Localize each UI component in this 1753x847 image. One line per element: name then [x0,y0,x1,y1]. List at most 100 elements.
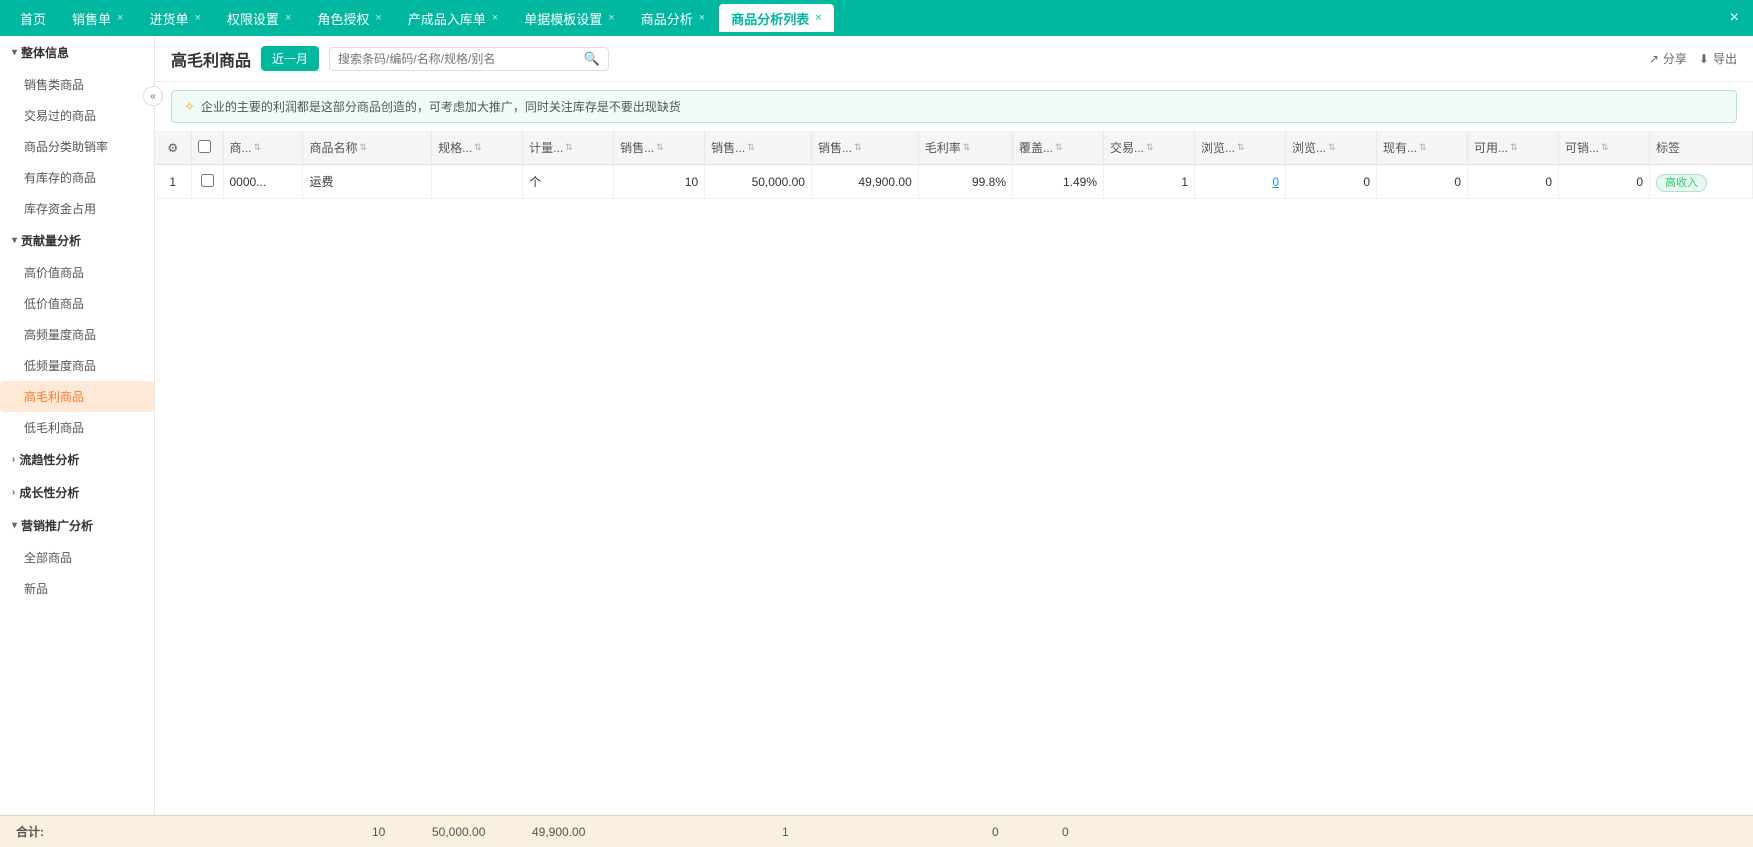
tab-product-analysis-list[interactable]: 商品分析列表 × [719,4,833,32]
cell-sales-profit: 49,900.00 [811,165,918,199]
sidebar-item-stock-capital[interactable]: 库存资金占用 [0,193,154,224]
sidebar-group-marketing[interactable]: ▾ 营销推广分析 [0,509,154,542]
close-tab-roles[interactable]: × [375,12,381,24]
sort-icon-transactions[interactable]: ⇅ [1146,142,1154,153]
col-coverage: 覆盖... ⇅ [1013,131,1104,165]
sidebar-item-new-goods[interactable]: 新品 [0,573,154,604]
sort-icon-spec[interactable]: ⇅ [474,142,482,153]
tab-purchase-order[interactable]: 进货单 × [137,4,212,32]
sort-icon-gross-margin[interactable]: ⇅ [963,142,971,153]
sidebar-item-high-freq[interactable]: 高频量度商品 [0,319,154,350]
close-tab-purchase-order[interactable]: × [194,12,200,24]
info-banner: ✧ 企业的主要的利润都是这部分商品创造的，可考虑加大推广，同时关注库存是不要出现… [171,90,1737,123]
sort-icon-sellable-stock[interactable]: ⇅ [1601,142,1609,153]
tab-product-analysis[interactable]: 商品分析 × [629,4,717,32]
close-tab-product-inbound[interactable]: × [492,12,498,24]
share-button[interactable]: ↗ 分享 [1649,50,1687,67]
sidebar-item-high-value[interactable]: 高价值商品 [0,257,154,288]
sidebar-group-contribution[interactable]: ▾ 贡献量分析 [0,224,154,257]
export-button[interactable]: ⬇ 导出 [1699,50,1737,67]
table-header-row: ⚙ 商... ⇅ 商品名称 [155,131,1753,165]
arrow-contribution: ▾ [12,235,17,246]
col-sales-qty: 销售... ⇅ [614,131,705,165]
export-icon: ⬇ [1699,52,1709,66]
sort-icon-sales-amount[interactable]: ⇅ [747,142,755,153]
sidebar-item-in-stock[interactable]: 有库存的商品 [0,162,154,193]
cell-sales-amount: 50,000.00 [705,165,812,199]
cell-transactions: 1 [1104,165,1195,199]
tab-permissions[interactable]: 权限设置 × [215,4,303,32]
sidebar-item-low-freq[interactable]: 低频量度商品 [0,350,154,381]
sort-icon-views2[interactable]: ⇅ [1328,142,1336,153]
select-all-checkbox[interactable] [198,140,211,153]
sidebar-group-growth[interactable]: › 成长性分析 [0,476,154,509]
col-checkbox-header [191,131,223,165]
cell-gross-margin: 99.8% [918,165,1012,199]
col-views1: 浏览... ⇅ [1195,131,1286,165]
sidebar: « ▾ 整体信息 销售类商品 交易过的商品 商品分类助销率 有库存的商品 库存资… [0,36,155,815]
sidebar-item-low-margin[interactable]: 低毛利商品 [0,412,154,443]
footer-sales-amount: 50,000.00 [432,825,512,839]
sort-icon-name[interactable]: ⇅ [359,142,367,153]
sidebar-group-overall-items: 销售类商品 交易过的商品 商品分类助销率 有库存的商品 库存资金占用 [0,69,154,224]
info-icon: ✧ [184,99,195,115]
footer-transactions: 1 [782,825,832,839]
tab-product-inbound[interactable]: 产成品入库单 × [396,4,510,32]
cell-coverage: 1.49% [1013,165,1104,199]
table-body: 1 0000... 运费 个 10 50,000.00 49,900.00 99… [155,165,1753,199]
sidebar-item-all-goods[interactable]: 全部商品 [0,542,154,573]
tab-template-settings[interactable]: 单据模板设置 × [512,4,626,32]
footer-sales-qty: 10 [372,825,412,839]
close-tab-template-settings[interactable]: × [608,12,614,24]
col-sales-profit: 销售... ⇅ [811,131,918,165]
sidebar-group-overall[interactable]: ▾ 整体信息 [0,36,154,69]
sort-icon-sales-qty[interactable]: ⇅ [656,142,664,153]
sidebar-item-category-rate[interactable]: 商品分类助销率 [0,131,154,162]
close-tab-permissions[interactable]: × [285,12,291,24]
cell-sales-qty: 10 [614,165,705,199]
cell-spec [432,165,523,199]
sidebar-item-low-value[interactable]: 低价值商品 [0,288,154,319]
sort-icon-available-stock[interactable]: ⇅ [1510,142,1518,153]
sidebar-item-traded-goods[interactable]: 交易过的商品 [0,100,154,131]
close-tab-product-analysis[interactable]: × [699,12,705,24]
row-checkbox[interactable] [201,174,214,187]
footer-label: 合计: [16,823,44,840]
col-tag: 标签 [1650,131,1753,165]
arrow-marketing: ▾ [12,520,17,531]
settings-icon[interactable]: ⚙ [167,141,178,155]
sidebar-item-high-margin[interactable]: 高毛利商品 [0,381,154,412]
views1-link[interactable]: 0 [1272,175,1279,189]
sort-icon-unit[interactable]: ⇅ [565,142,573,153]
arrow-growth: › [12,487,15,498]
cell-checkbox [191,165,223,199]
col-spec: 规格... ⇅ [432,131,523,165]
tab-roles[interactable]: 角色授权 × [305,4,393,32]
col-gross-margin: 毛利率 ⇅ [918,131,1012,165]
sort-icon-views1[interactable]: ⇅ [1237,142,1245,153]
search-input[interactable] [338,52,580,66]
close-all-tabs[interactable]: × [1724,9,1745,27]
sidebar-group-contribution-items: 高价值商品 低价值商品 高频量度商品 低频量度商品 高毛利商品 低毛利商品 [0,257,154,443]
sidebar-item-sales-goods[interactable]: 销售类商品 [0,69,154,100]
sort-icon-sales-profit[interactable]: ⇅ [854,142,862,153]
tab-sales-order[interactable]: 销售单 × [60,4,135,32]
arrow-overall: ▾ [12,47,17,58]
cell-tag: 高收入 [1650,165,1753,199]
col-code: 商... ⇅ [223,131,303,165]
sort-icon-current-stock[interactable]: ⇅ [1419,142,1427,153]
table-container: ⚙ 商... ⇅ 商品名称 [155,131,1753,815]
table-row: 1 0000... 运费 个 10 50,000.00 49,900.00 99… [155,165,1753,199]
tab-home[interactable]: 首页 [8,4,58,32]
content-area: 高毛利商品 近一月 🔍 ↗ 分享 ⬇ 导出 ✧ 企业的主要的利润都是这部分商品创… [155,36,1753,815]
close-tab-product-analysis-list[interactable]: × [815,12,821,24]
sort-icon-coverage[interactable]: ⇅ [1055,142,1063,153]
sidebar-group-trend[interactable]: › 流趋性分析 [0,443,154,476]
cell-available-stock: 0 [1468,165,1559,199]
col-transactions: 交易... ⇅ [1104,131,1195,165]
close-tab-sales-order[interactable]: × [117,12,123,24]
time-filter-recent-month[interactable]: 近一月 [261,46,319,71]
page-title: 高毛利商品 [171,47,251,71]
sort-icon-code[interactable]: ⇅ [254,142,262,153]
search-icon[interactable]: 🔍 [584,51,600,67]
